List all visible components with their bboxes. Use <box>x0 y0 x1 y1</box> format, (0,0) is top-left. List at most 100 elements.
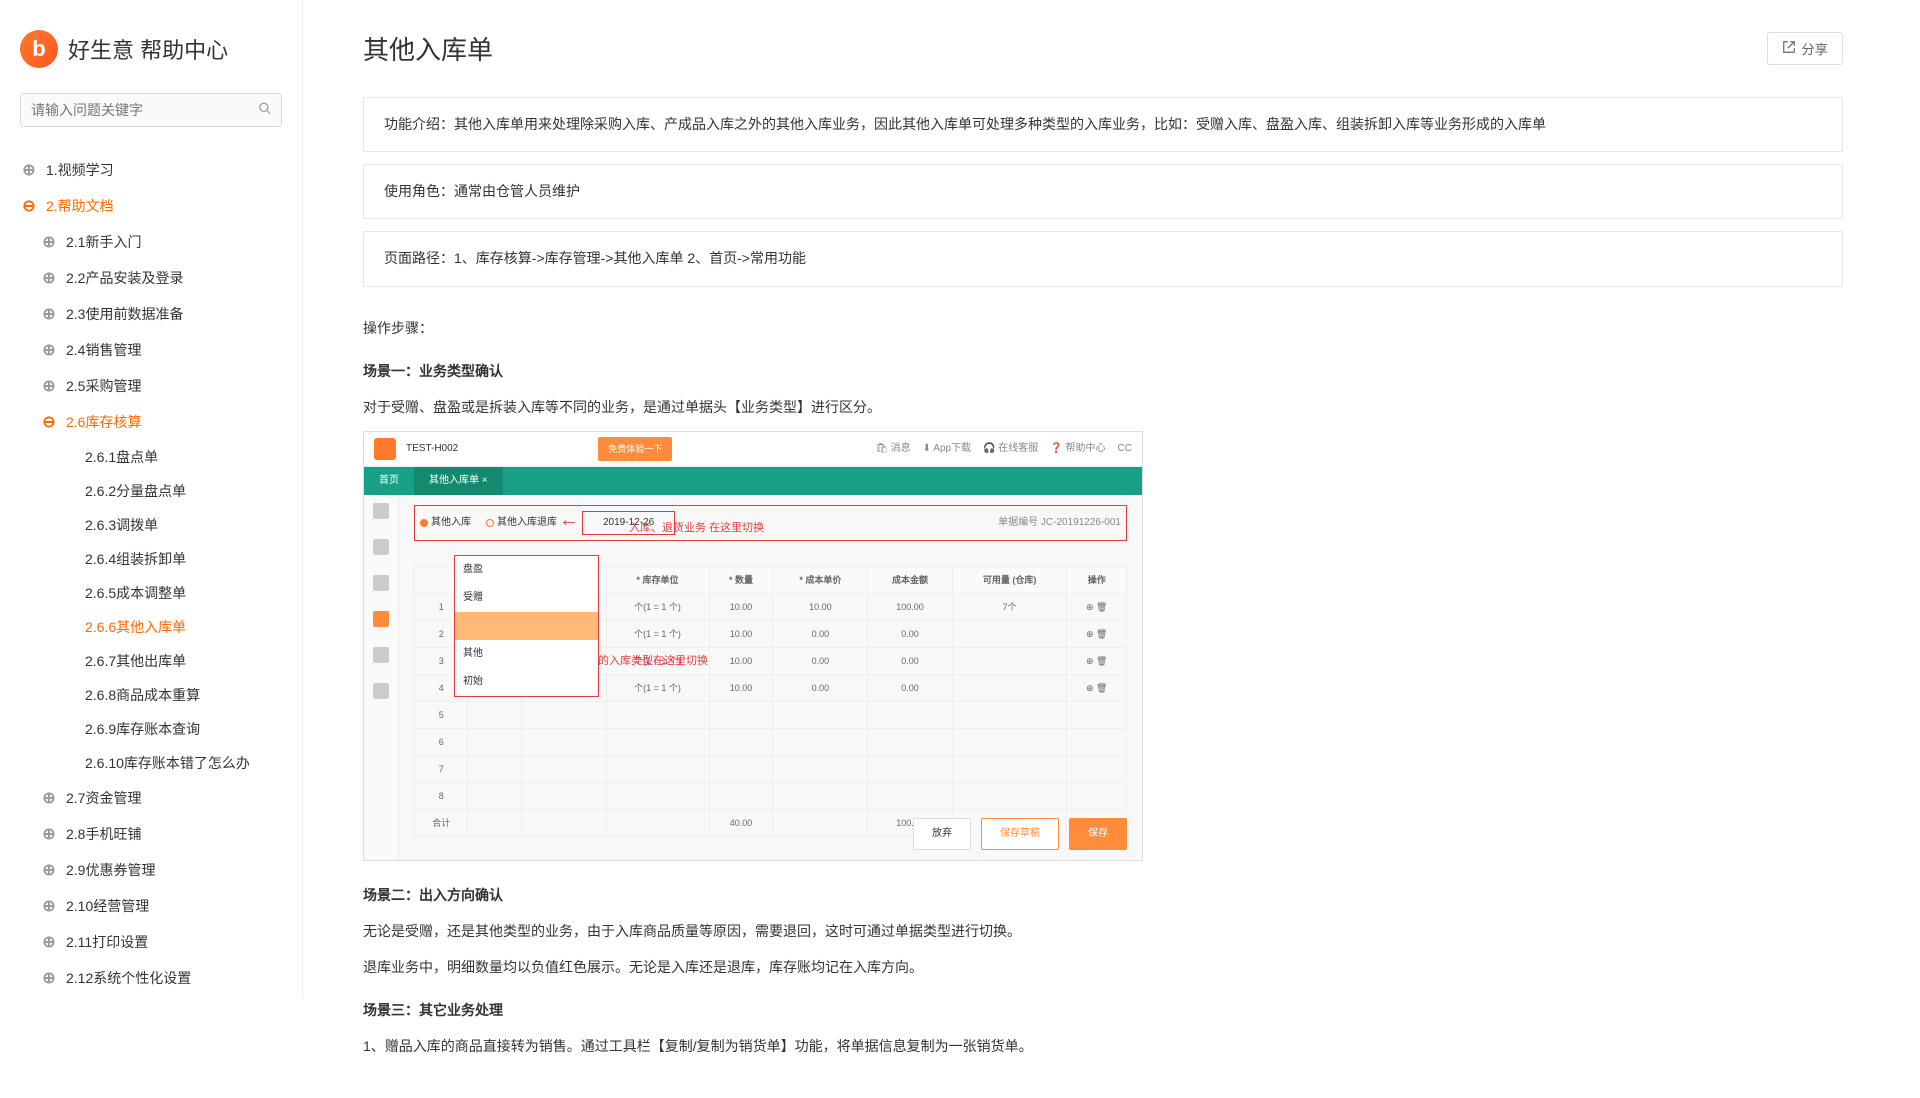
role-text: 通常由仓管人员维护 <box>454 183 580 199</box>
nav-label: 2.6库存核算 <box>66 412 141 432</box>
nav-label: 2.6.3调拨单 <box>85 515 158 535</box>
ss-nav-icon <box>373 503 389 519</box>
nav-2-10[interactable]: ⊕ 2.10经营管理 <box>40 888 282 924</box>
ss-radio2: 其他入库退库 <box>486 513 557 533</box>
ss-nav-icon <box>373 575 389 591</box>
ss-icon: ⬇ App下载 <box>923 439 971 459</box>
nav-help-docs[interactable]: ⊖2.帮助文档 <box>20 188 282 224</box>
intro-box: 功能介绍：其他入库单用来处理除采购入库、产成品入库之外的其他入库业务，因此其他入… <box>363 97 1843 152</box>
role-label: 使用角色： <box>384 183 454 199</box>
intro-text: 其他入库单用来处理除采购入库、产成品入库之外的其他入库业务，因此其他入库单可处理… <box>454 116 1546 132</box>
scene2-text1: 无论是受赠，还是其他类型的业务，由于入库商品质量等原因，需要退回，这时可通过单据… <box>363 917 1843 945</box>
radio-label: 其他入库退库 <box>497 513 557 533</box>
ss-footer: 放弃 保存草稿 保存 <box>913 818 1127 850</box>
nav-label: 2.6.4组装拆卸单 <box>85 549 186 569</box>
nav-label: 2.4销售管理 <box>66 340 141 360</box>
nav-2-8[interactable]: ⊕2.8手机旺铺 <box>40 816 282 852</box>
nav-2-6-3[interactable]: 2.6.3调拨单 <box>85 508 282 542</box>
ss-testid: TEST-H002 <box>406 439 458 459</box>
nav-label: 2.6.2分量盘点单 <box>85 481 186 501</box>
nav-label: 2.5采购管理 <box>66 376 141 396</box>
nav-label: 2.9优惠券管理 <box>66 860 155 880</box>
nav-2-12[interactable]: ⊕2.12系统个性化设置 <box>40 960 282 996</box>
plus-icon: ⊕ <box>40 233 58 251</box>
plus-icon: ⊕ <box>40 305 58 323</box>
main-content: 其他入库单 分享 功能介绍：其他入库单用来处理除采购入库、产成品入库之外的其他入… <box>303 0 1903 1098</box>
nav-2-1[interactable]: ⊕2.1新手入门 <box>40 224 282 260</box>
nav-2-6[interactable]: ⊖ 2.6库存核算 <box>40 404 282 440</box>
ss-btn-save: 保存 <box>1069 818 1127 850</box>
search-input[interactable] <box>20 93 282 127</box>
nav-2-2[interactable]: ⊕2.2产品安装及登录 <box>40 260 282 296</box>
ss-docno: 单据编号 JC-20191226-001 <box>998 513 1121 533</box>
dd-item: 盘盈 <box>455 556 598 584</box>
nav-2-9[interactable]: ⊕2.9优惠券管理 <box>40 852 282 888</box>
ss-nav-icon <box>373 683 389 699</box>
nav-2-6-9[interactable]: 2.6.9库存账本查询 <box>85 712 282 746</box>
ss-btn-cancel: 放弃 <box>913 818 971 850</box>
ss-tab-home: 首页 <box>364 467 414 495</box>
nav-2-3[interactable]: ⊕ 2.3使用前数据准备 <box>40 296 282 332</box>
dd-item <box>455 612 598 640</box>
logo-icon: b <box>20 30 58 68</box>
search-icon[interactable] <box>258 102 272 119</box>
ss-content: 其他入库 其他入库退库 2019-12-26 单据编号 JC-20191226-… <box>399 495 1142 860</box>
nav-2-4[interactable]: ⊕2.4销售管理 <box>40 332 282 368</box>
dd-item: 受赠 <box>455 584 598 612</box>
plus-icon: ⊕ <box>20 161 38 179</box>
intro-label: 功能介绍： <box>384 116 454 132</box>
nav-2-6-10[interactable]: 2.6.10库存账本错了怎么办 <box>85 746 282 780</box>
plus-icon: ⊕ <box>40 897 58 915</box>
nav-label: 2.6.5成本调整单 <box>85 583 186 603</box>
nav-2-6-8[interactable]: 2.6.8商品成本重算 <box>85 678 282 712</box>
minus-icon: ⊖ <box>40 413 58 431</box>
steps-label: 操作步骤： <box>363 314 1843 342</box>
ss-topbar: TEST-H002 免费体验一下 🛍 消息 ⬇ App下载 🎧 在线客服 ❓ 帮… <box>364 432 1142 467</box>
nav-2-6-2[interactable]: 2.6.2分量盘点单 <box>85 474 282 508</box>
ss-tabbar: 首页 其他入库单 × <box>364 467 1142 495</box>
ss-nav-icon <box>373 611 389 627</box>
ss-annotation-1: 入库、退货业务 在这里切换 <box>629 517 764 539</box>
ss-icon: 🛍 消息 <box>875 439 910 459</box>
ss-tab-active: 其他入库单 × <box>414 467 503 495</box>
sidebar: b 好生意 帮助中心 ⊕1.视频学习 ⊖2.帮助文档 ⊕2.1新手入门 ⊕2.2… <box>0 0 303 999</box>
ss-btn-draft: 保存草稿 <box>981 818 1059 850</box>
nav-2-6-6[interactable]: 2.6.6其他入库单 <box>85 610 282 644</box>
scene2-title: 场景二：出入方向确认 <box>363 881 1843 909</box>
minus-icon: ⊖ <box>20 197 38 215</box>
ss-left-nav <box>364 495 399 860</box>
nav-label: 2.3使用前数据准备 <box>66 304 183 324</box>
nav-2-5[interactable]: ⊕2.5采购管理 <box>40 368 282 404</box>
scene2-text2: 退库业务中，明细数量均以负值红色展示。无论是入库还是退库，库存账均记在入库方向。 <box>363 953 1843 981</box>
ss-logo-icon <box>374 438 396 460</box>
plus-icon: ⊕ <box>40 825 58 843</box>
nav-2-11[interactable]: ⊕2.11打印设置 <box>40 924 282 960</box>
nav-label: 2.7资金管理 <box>66 788 141 808</box>
ss-radio-row: 其他入库 其他入库退库 2019-12-26 单据编号 JC-20191226-… <box>414 505 1127 541</box>
nav-label: 2.6.9库存账本查询 <box>85 719 200 739</box>
ss-try-btn: 免费体验一下 <box>598 437 672 461</box>
nav-label: 2.2产品安装及登录 <box>66 268 183 288</box>
ss-dropdown: 盘盈 受赠 其他 初始 <box>454 555 599 697</box>
ss-user: CC <box>1118 439 1132 459</box>
nav-2-6-4[interactable]: 2.6.4组装拆卸单 <box>85 542 282 576</box>
ss-nav-icon <box>373 539 389 555</box>
nav-2-6-7[interactable]: 2.6.7其他出库单 <box>85 644 282 678</box>
nav-label: 2.6.1盘点单 <box>85 447 158 467</box>
nav-2-7[interactable]: ⊕ 2.7资金管理 <box>40 780 282 816</box>
nav-video[interactable]: ⊕1.视频学习 <box>20 152 282 188</box>
nav-2-6-5[interactable]: 2.6.5成本调整单 <box>85 576 282 610</box>
radio-dot-icon <box>420 519 428 527</box>
nav-2-6-1[interactable]: 2.6.1盘点单 <box>85 440 282 474</box>
path-text: 1、库存核算->库存管理->其他入库单 2、首页->常用功能 <box>454 250 806 266</box>
ss-topbar-right: 🛍 消息 ⬇ App下载 🎧 在线客服 ❓ 帮助中心 CC <box>875 439 1132 459</box>
radio-dot-icon <box>486 519 494 527</box>
plus-icon: ⊕ <box>40 789 58 807</box>
nav-label: 2.6.8商品成本重算 <box>85 685 200 705</box>
share-button[interactable]: 分享 <box>1767 32 1843 65</box>
nav-label: 2.10经营管理 <box>66 896 149 916</box>
nav-label: 2.6.6其他入库单 <box>85 617 186 637</box>
scene1-text: 对于受赠、盘盈或是拆装入库等不同的业务，是通过单据头【业务类型】进行区分。 <box>363 393 1843 421</box>
path-label: 页面路径： <box>384 250 454 266</box>
ss-radio1: 其他入库 <box>420 513 471 533</box>
